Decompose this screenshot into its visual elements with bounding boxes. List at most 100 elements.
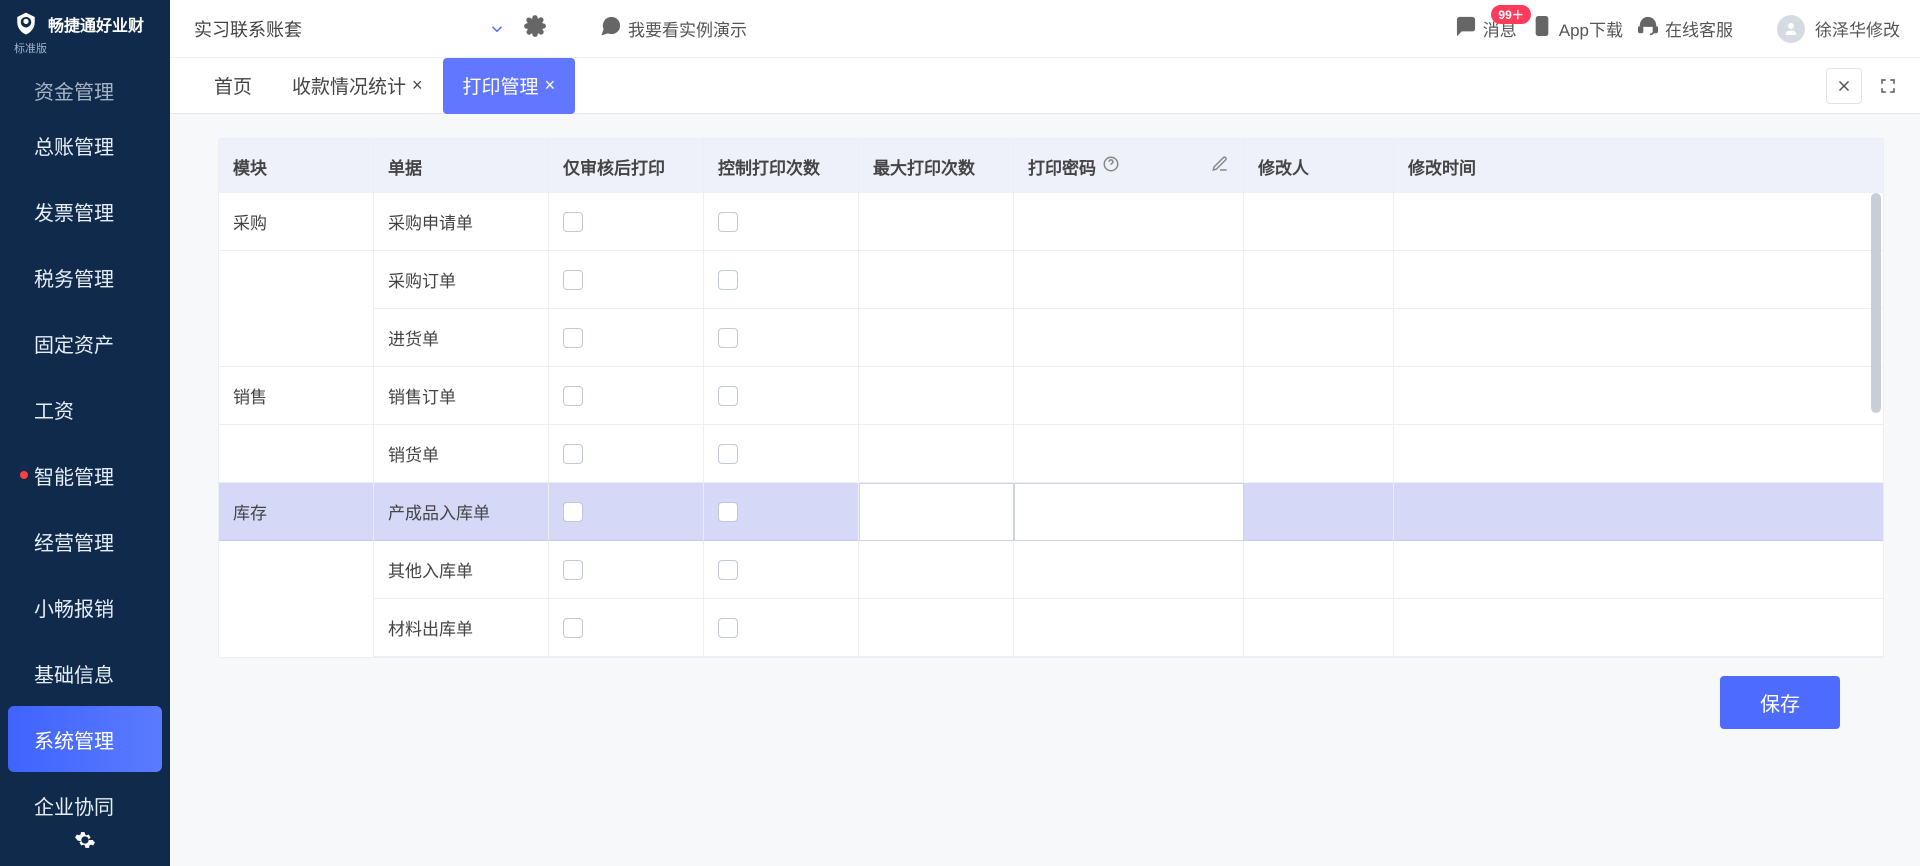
cell-max[interactable] [859, 367, 1014, 425]
cell-doc: 采购订单 [374, 251, 549, 309]
checkbox[interactable] [718, 444, 738, 464]
checkbox[interactable] [563, 444, 583, 464]
checkbox[interactable] [718, 270, 738, 290]
checkbox[interactable] [718, 560, 738, 580]
sidebar-item-label: 工资 [34, 395, 74, 424]
cell-limit [704, 483, 859, 541]
sidebar-item-basic[interactable]: 基础信息 [8, 640, 162, 706]
cell-editor [1244, 251, 1394, 309]
cell-password[interactable] [1014, 309, 1244, 367]
col-approve: 仅审核后打印 [549, 139, 704, 193]
col-password-label: 打印密码 [1028, 154, 1096, 179]
cell-doc: 销售订单 [374, 367, 549, 425]
cell-password[interactable] [1014, 251, 1244, 309]
sidebar-item-label: 基础信息 [34, 659, 114, 688]
sidebar-item-collab[interactable]: 企业协同 [8, 772, 162, 818]
cell-max[interactable] [859, 193, 1014, 251]
cell-max[interactable] [859, 251, 1014, 309]
message-icon [1455, 15, 1477, 42]
col-limit: 控制打印次数 [704, 139, 859, 193]
tab-home[interactable]: 首页 [194, 58, 272, 114]
checkbox[interactable] [718, 618, 738, 638]
cell-module [219, 251, 374, 309]
cell-password[interactable] [1014, 367, 1244, 425]
table-row[interactable]: 销货单 [219, 425, 1883, 483]
settings-icon[interactable] [524, 15, 546, 42]
cell-limit [704, 599, 859, 657]
sidebar-item-smart[interactable]: 智能管理 [8, 442, 162, 508]
sidebar-item-expense[interactable]: 小畅报销 [8, 574, 162, 640]
sidebar-item-label: 智能管理 [34, 461, 114, 490]
cell-password[interactable] [1014, 193, 1244, 251]
tab-label: 打印管理 [463, 72, 539, 99]
cell-module: 销售 [219, 367, 374, 425]
sidebar-item-ledger[interactable]: 总账管理 [8, 112, 162, 178]
checkbox[interactable] [563, 560, 583, 580]
cell-password[interactable] [1014, 425, 1244, 483]
sidebar-item-tax[interactable]: 税务管理 [8, 244, 162, 310]
sidebar-item-funds[interactable]: 资金管理 [8, 68, 162, 112]
checkbox[interactable] [563, 212, 583, 232]
checkbox[interactable] [718, 386, 738, 406]
col-password: 打印密码 [1014, 139, 1244, 193]
cell-password[interactable] [1014, 483, 1244, 541]
edit-icon[interactable] [1211, 155, 1229, 178]
checkbox[interactable] [718, 502, 738, 522]
fullscreen-button[interactable] [1870, 68, 1906, 104]
sidebar-item-payroll[interactable]: 工资 [8, 376, 162, 442]
checkbox[interactable] [563, 618, 583, 638]
cell-password[interactable] [1014, 541, 1244, 599]
checkbox[interactable] [563, 270, 583, 290]
cell-max[interactable] [859, 309, 1014, 367]
help-icon[interactable] [1102, 155, 1120, 178]
cell-limit [704, 193, 859, 251]
messages-badge: 99＋ [1491, 5, 1530, 24]
app-download-label: App下载 [1559, 16, 1623, 41]
sidebar-item-system[interactable]: 系统管理 [8, 706, 162, 772]
table-row[interactable]: 其他入库单 [219, 541, 1883, 599]
app-download-button[interactable]: App下载 [1531, 15, 1623, 42]
table-row[interactable]: 材料出库单 [219, 599, 1883, 657]
cell-approve [549, 367, 704, 425]
cell-max[interactable] [859, 425, 1014, 483]
save-button[interactable]: 保存 [1720, 676, 1840, 729]
col-max: 最大打印次数 [859, 139, 1014, 193]
table-row[interactable]: 库存产成品入库单 [219, 483, 1883, 541]
checkbox[interactable] [563, 328, 583, 348]
table-row[interactable]: 采购订单 [219, 251, 1883, 309]
checkbox[interactable] [563, 502, 583, 522]
table-row[interactable]: 销售销售订单 [219, 367, 1883, 425]
cell-max[interactable] [859, 541, 1014, 599]
user-name: 徐泽华修改 [1815, 16, 1900, 41]
settings-button[interactable] [0, 818, 170, 866]
cell-editor [1244, 483, 1394, 541]
tab-print-mgmt[interactable]: 打印管理 × [443, 58, 576, 114]
cell-max[interactable] [859, 599, 1014, 657]
cell-approve [549, 251, 704, 309]
table-row[interactable]: 采购采购申请单 [219, 193, 1883, 251]
messages-button[interactable]: 消息 99＋ [1455, 15, 1517, 42]
sidebar-item-assets[interactable]: 固定资产 [8, 310, 162, 376]
cell-time [1394, 425, 1883, 483]
table-header: 模块 单据 仅审核后打印 控制打印次数 最大打印次数 打印密码 修改人 修改时间 [219, 139, 1883, 193]
user-menu[interactable]: 徐泽华修改 [1765, 15, 1900, 43]
demo-link[interactable]: 我要看实例演示 [600, 15, 747, 42]
scrollbar[interactable] [1871, 193, 1881, 413]
checkbox[interactable] [718, 328, 738, 348]
sidebar-item-invoice[interactable]: 发票管理 [8, 178, 162, 244]
checkbox[interactable] [563, 386, 583, 406]
close-all-tabs-button[interactable] [1826, 68, 1862, 104]
cell-max[interactable] [859, 483, 1014, 541]
col-doc: 单据 [374, 139, 549, 193]
close-icon[interactable]: × [412, 75, 423, 96]
account-selector[interactable]: 实习联系账套 [190, 10, 510, 48]
cell-approve [549, 599, 704, 657]
cell-password[interactable] [1014, 599, 1244, 657]
checkbox[interactable] [718, 212, 738, 232]
support-button[interactable]: 在线客服 [1637, 15, 1733, 42]
table-row[interactable]: 进货单 [219, 309, 1883, 367]
headset-icon [1637, 15, 1659, 42]
sidebar-item-operations[interactable]: 经营管理 [8, 508, 162, 574]
tab-receipt-stats[interactable]: 收款情况统计× [272, 58, 443, 114]
close-icon[interactable]: × [545, 75, 556, 96]
